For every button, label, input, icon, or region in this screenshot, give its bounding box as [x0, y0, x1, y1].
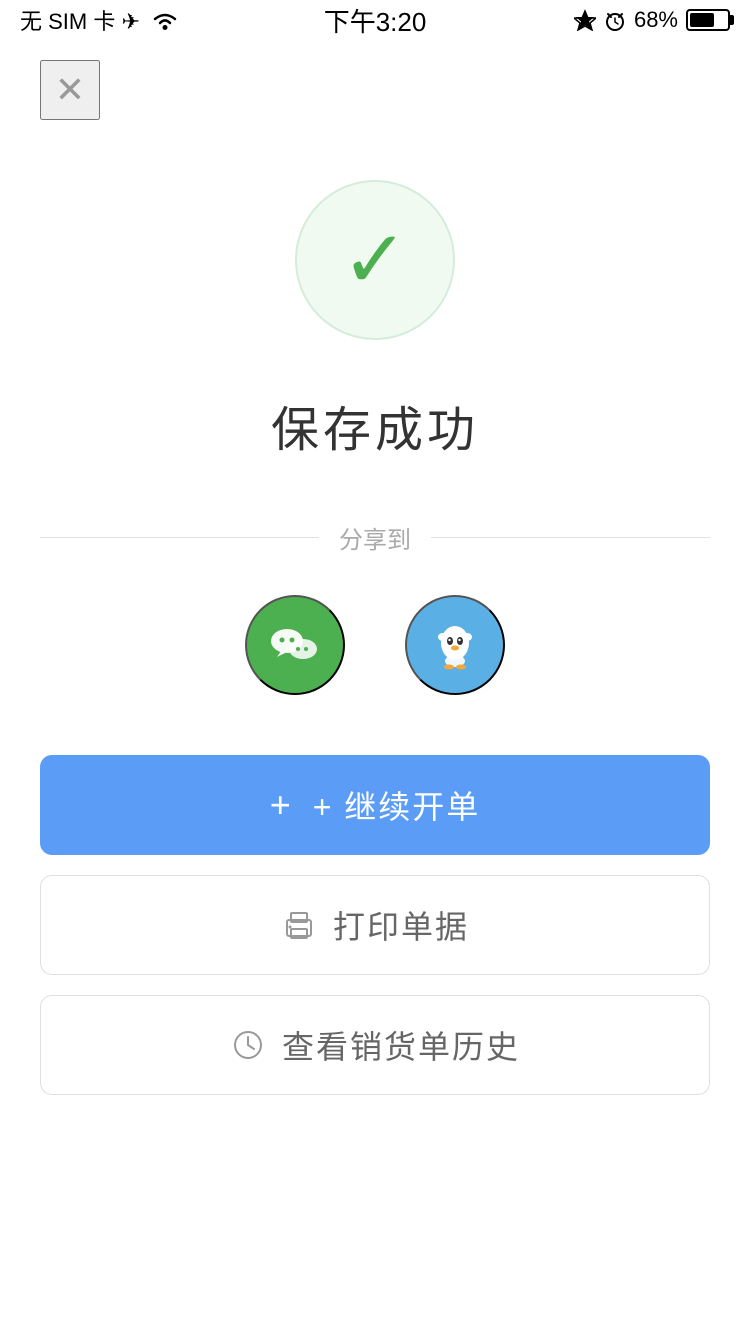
qq-share-button[interactable] [405, 595, 505, 695]
alarm-icon [604, 9, 626, 31]
continue-label: + 继续开单 [313, 782, 481, 828]
success-circle: ✓ [295, 180, 455, 340]
sim-status: 无 SIM 卡 ✈ [20, 4, 140, 36]
share-icons-container [40, 595, 710, 695]
wechat-share-button[interactable] [245, 595, 345, 695]
status-left: 无 SIM 卡 ✈ [20, 4, 180, 36]
divider-right [431, 537, 710, 538]
divider-left [40, 537, 319, 538]
continue-button[interactable]: + + 继续开单 [40, 755, 710, 855]
qq-icon [425, 615, 485, 675]
print-label: 打印单据 [333, 902, 469, 948]
status-time: 下午3:20 [324, 2, 427, 39]
buttons-section: + + 继续开单 打印单据 查看销货单历史 [40, 755, 710, 1095]
location-icon [574, 9, 596, 31]
page-content: ✕ ✓ 保存成功 分享到 [0, 40, 750, 1334]
wifi-icon [150, 9, 180, 31]
share-divider: 分享到 [40, 520, 710, 555]
close-icon: ✕ [55, 69, 85, 111]
history-icon [230, 1027, 266, 1063]
battery-icon [686, 9, 730, 31]
status-right: 68% [574, 7, 730, 33]
printer-icon [281, 907, 317, 943]
status-bar: 无 SIM 卡 ✈ 下午3:20 68% [0, 0, 750, 40]
checkmark-icon: ✓ [341, 220, 408, 300]
battery-percent: 68% [634, 7, 678, 33]
history-label: 查看销货单历史 [282, 1022, 520, 1068]
share-section: 分享到 [40, 520, 710, 695]
wechat-icon [265, 615, 325, 675]
plus-icon: + [270, 784, 293, 826]
success-title: 保存成功 [271, 390, 479, 460]
print-button[interactable]: 打印单据 [40, 875, 710, 975]
share-label: 分享到 [339, 520, 411, 555]
history-button[interactable]: 查看销货单历史 [40, 995, 710, 1095]
close-button[interactable]: ✕ [40, 60, 100, 120]
